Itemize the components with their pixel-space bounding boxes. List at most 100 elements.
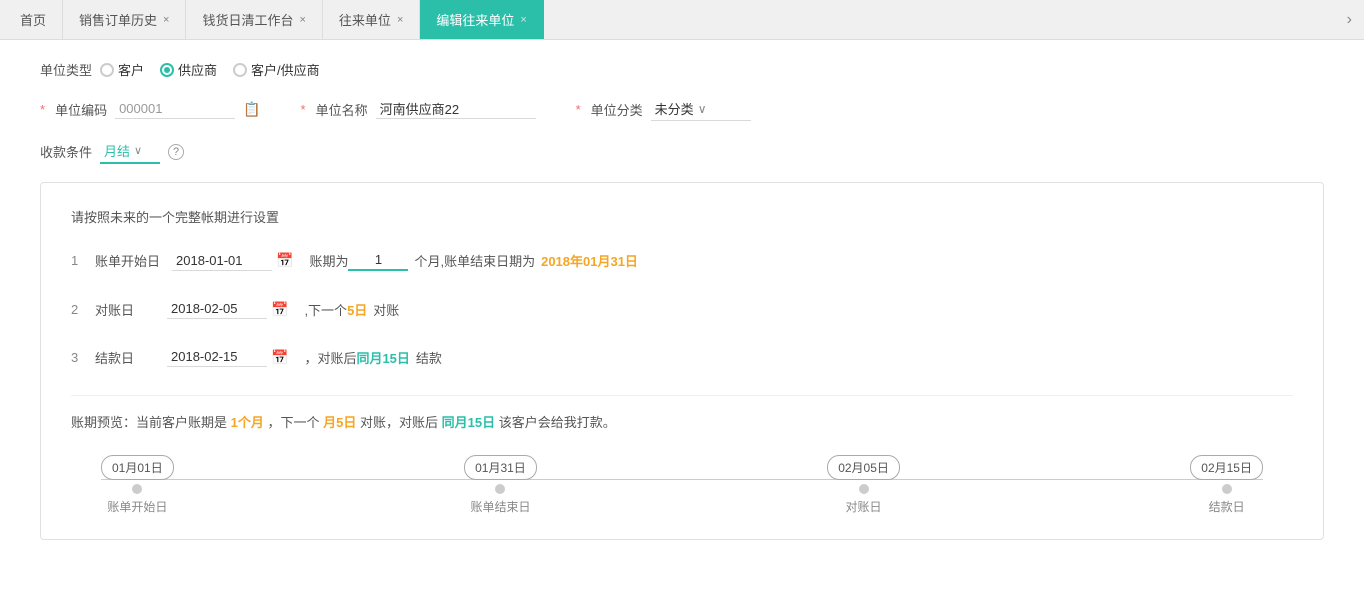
card-title: 请按照未来的一个完整帐期进行设置 xyxy=(71,207,1293,226)
preview-highlight2: 月5日 xyxy=(323,415,356,430)
radio-supplier-label: 供应商 xyxy=(178,60,217,79)
tab-cash-ledger[interactable]: 钱货日清工作台 × xyxy=(186,0,322,39)
tab-bar: 首页 销售订单历史 × 钱货日清工作台 × 往来单位 × 编辑往来单位 × › xyxy=(0,0,1364,40)
row-2-num: 2 xyxy=(71,302,95,317)
period-end-date: 2018年01月31日 xyxy=(541,251,638,270)
code-calendar-icon[interactable]: 📋 xyxy=(243,101,260,118)
timeline-bubble-4: 02月15日 xyxy=(1190,455,1263,480)
unit-type-radio-group: 客户 供应商 客户/供应商 xyxy=(100,60,320,79)
payment-date-input[interactable] xyxy=(167,347,267,367)
preview-mid2: 对账，对账后 xyxy=(360,415,438,430)
payment-select[interactable]: 月结 ∨ xyxy=(100,139,160,164)
tab-home-label: 首页 xyxy=(20,10,46,29)
row-3-desc-post: 结款 xyxy=(416,348,442,367)
timeline-dot-1 xyxy=(132,484,142,494)
tab-more-arrow[interactable]: › xyxy=(1335,11,1364,29)
preview-section: 账期预览：当前客户账期是 1个月 ，下一个 月5日 对账，对账后 同月15日 该… xyxy=(71,395,1293,515)
row-1-label: 账单开始日 xyxy=(95,251,160,270)
timeline-dot-4 xyxy=(1222,484,1232,494)
code-name-category-row: * 单位编码 📋 * 单位名称 * 单位分类 未分类 ∨ xyxy=(40,97,1324,121)
timeline-dot-2 xyxy=(495,484,505,494)
radio-supplier-circle xyxy=(160,63,174,77)
settings-card: 请按照未来的一个完整帐期进行设置 1 账单开始日 📅 账期为 个月,账单结束日期… xyxy=(40,182,1324,540)
radio-customer-label: 客户 xyxy=(118,60,144,79)
timeline-point-4: 02月15日 结款日 xyxy=(1190,455,1263,515)
tab-sales-order-history[interactable]: 销售订单历史 × xyxy=(63,0,186,39)
timeline-bubble-2: 01月31日 xyxy=(464,455,537,480)
row-3-highlight: 同月15日 xyxy=(356,348,409,367)
timeline-point-3: 02月05日 对账日 xyxy=(827,455,900,515)
preview-highlight1: 1个月 xyxy=(231,415,264,430)
payment-value: 月结 xyxy=(104,141,130,160)
radio-both-circle xyxy=(233,63,247,77)
tab-home[interactable]: 首页 xyxy=(0,0,63,39)
category-select[interactable]: 未分类 ∨ xyxy=(651,97,751,121)
radio-both-label: 客户/供应商 xyxy=(251,60,320,79)
tab-cash-ledger-close[interactable]: × xyxy=(299,14,305,26)
payment-label: 收款条件 xyxy=(40,142,92,161)
reconcile-date-calendar-icon[interactable]: 📅 xyxy=(271,301,288,318)
name-required: * xyxy=(301,102,306,117)
unit-type-group: 单位类型 客户 供应商 客户/供应商 xyxy=(40,60,320,79)
code-input[interactable] xyxy=(115,99,235,119)
radio-supplier[interactable]: 供应商 xyxy=(160,60,217,79)
timeline: 01月01日 账单开始日 01月31日 账单结束日 02月05日 xyxy=(71,455,1293,515)
payment-help-icon[interactable]: ? xyxy=(168,144,184,160)
start-date-calendar-icon[interactable]: 📅 xyxy=(276,252,293,269)
row-2-label: 对账日 xyxy=(95,300,155,319)
payment-row: 收款条件 月结 ∨ ? xyxy=(40,139,1324,164)
radio-customer[interactable]: 客户 xyxy=(100,60,144,79)
setting-row-2: 2 对账日 📅 ,下一个 5日 对账 xyxy=(71,299,1293,319)
tab-edit-partner-close[interactable]: × xyxy=(520,14,526,26)
row-2-desc-pre: ,下一个 xyxy=(304,300,347,319)
timeline-point-2: 01月31日 账单结束日 xyxy=(464,455,537,515)
timeline-dot-3 xyxy=(859,484,869,494)
name-group: * 单位名称 xyxy=(301,99,536,119)
tab-sales-order-label: 销售订单历史 xyxy=(79,10,157,29)
name-label: 单位名称 xyxy=(316,100,368,119)
code-label: 单位编码 xyxy=(55,100,107,119)
timeline-label-1: 账单开始日 xyxy=(107,498,167,515)
main-content: 单位类型 客户 供应商 客户/供应商 * 单位编码 xyxy=(0,40,1364,608)
code-group: * 单位编码 📋 xyxy=(40,99,261,119)
category-group: * 单位分类 未分类 ∨ xyxy=(576,97,751,121)
timeline-label-4: 结款日 xyxy=(1209,498,1245,515)
timeline-line xyxy=(101,479,1263,480)
unit-type-label: 单位类型 xyxy=(40,60,92,79)
unit-type-row: 单位类型 客户 供应商 客户/供应商 xyxy=(40,60,1324,79)
row-1-num: 1 xyxy=(71,253,95,268)
row-1-period-label: 账期为 xyxy=(309,251,348,270)
timeline-bubble-1: 01月01日 xyxy=(101,455,174,480)
row-3-desc-pre: ，对账后 xyxy=(304,348,356,367)
tab-partner-units[interactable]: 往来单位 × xyxy=(323,0,420,39)
preview-highlight3: 同月15日 xyxy=(442,415,495,430)
timeline-label-3: 对账日 xyxy=(846,498,882,515)
category-label: 单位分类 xyxy=(591,100,643,119)
row-3-label: 结款日 xyxy=(95,348,155,367)
tab-edit-partner-label: 编辑往来单位 xyxy=(436,10,514,29)
tab-cash-ledger-label: 钱货日清工作台 xyxy=(202,10,293,29)
timeline-label-2: 账单结束日 xyxy=(470,498,530,515)
row-2-highlight: 5日 xyxy=(347,300,367,319)
tab-partner-units-close[interactable]: × xyxy=(397,14,403,26)
name-input[interactable] xyxy=(376,99,536,119)
code-required: * xyxy=(40,102,45,117)
payment-date-calendar-icon[interactable]: 📅 xyxy=(271,349,288,366)
start-date-input[interactable] xyxy=(172,251,272,271)
period-input[interactable] xyxy=(348,250,408,271)
radio-both[interactable]: 客户/供应商 xyxy=(233,60,320,79)
preview-text: 账期预览：当前客户账期是 1个月 ，下一个 月5日 对账，对账后 同月15日 该… xyxy=(71,412,1293,431)
row-1-period-unit: 个月,账单结束日期为 xyxy=(414,251,535,270)
preview-prefix: 账期预览：当前客户账期是 xyxy=(71,415,227,430)
category-chevron-icon: ∨ xyxy=(698,102,707,116)
setting-row-3: 3 结款日 📅 ，对账后 同月15日 结款 xyxy=(71,347,1293,367)
setting-row-1: 1 账单开始日 📅 账期为 个月,账单结束日期为 2018年01月31日 xyxy=(71,250,1293,271)
tab-partner-units-label: 往来单位 xyxy=(339,10,391,29)
tab-sales-order-close[interactable]: × xyxy=(163,14,169,26)
tab-edit-partner[interactable]: 编辑往来单位 × xyxy=(420,0,543,39)
category-value: 未分类 xyxy=(655,99,694,118)
reconcile-date-input[interactable] xyxy=(167,299,267,319)
payment-chevron-icon: ∨ xyxy=(134,144,142,157)
timeline-point-1: 01月01日 账单开始日 xyxy=(101,455,174,515)
category-required: * xyxy=(576,102,581,117)
